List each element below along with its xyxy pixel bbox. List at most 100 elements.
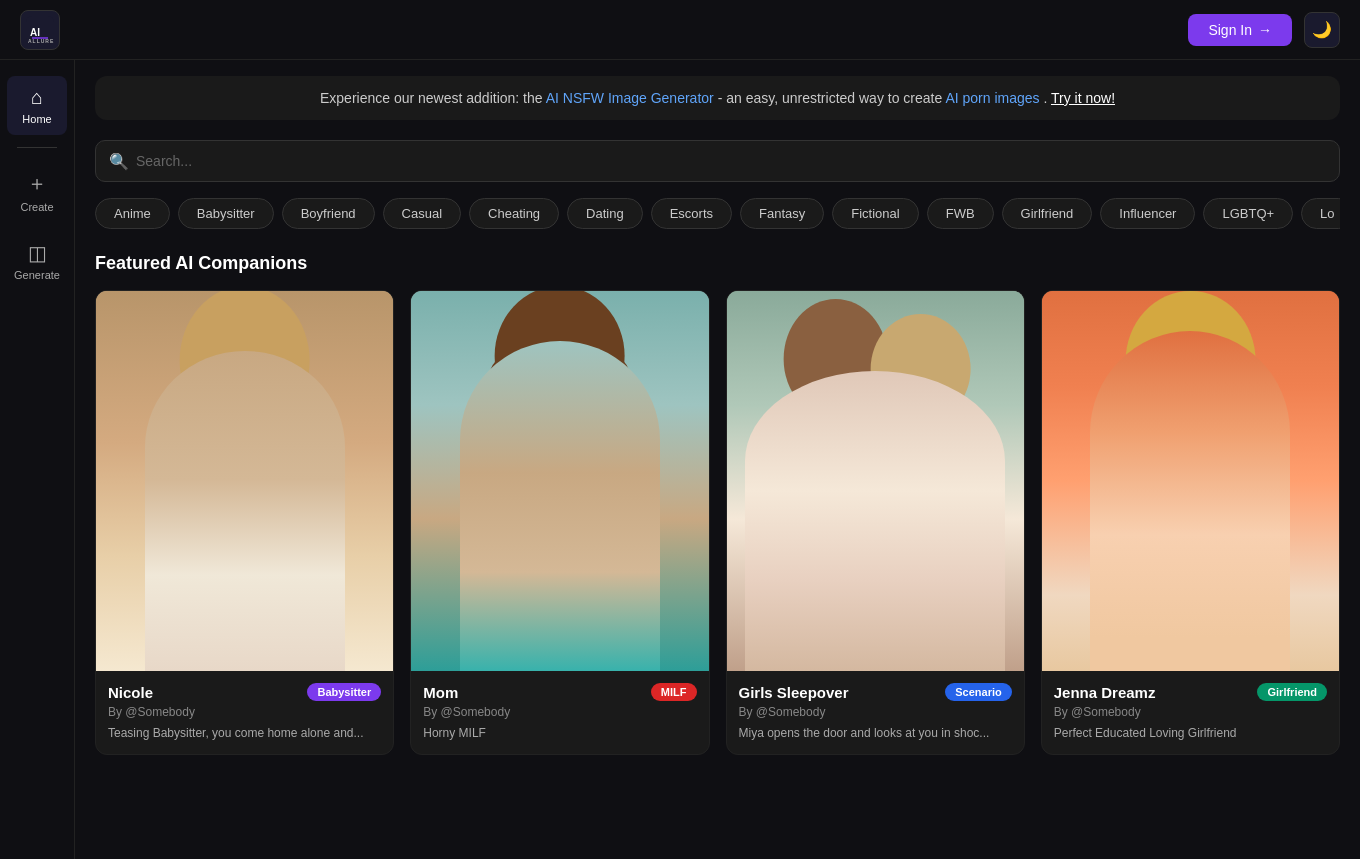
sidebar-item-label: Create	[20, 201, 53, 213]
sidebar-item-generate[interactable]: ◫ Generate	[7, 231, 67, 291]
card-name-jenna: Jenna Dreamz	[1054, 684, 1156, 701]
svg-rect-8	[270, 361, 310, 481]
svg-rect-9	[205, 481, 285, 661]
card-top-row-nicole: Nicole Babysitter	[108, 683, 381, 701]
tag-girlfriend[interactable]: Girlfriend	[1002, 198, 1093, 229]
card-top-row-jenna: Jenna Dreamz Girlfriend	[1054, 683, 1327, 701]
card-jenna[interactable]: Jenna Dreamz Girlfriend By @Somebody Per…	[1041, 290, 1340, 755]
tag-lgbtq[interactable]: LGBTQ+	[1203, 198, 1293, 229]
featured-section-title: Featured AI Companions	[95, 253, 1340, 274]
card-author-nicole: By @Somebody	[108, 705, 381, 719]
tag-fantasy[interactable]: Fantasy	[740, 198, 824, 229]
tag-influencer[interactable]: Influencer	[1100, 198, 1195, 229]
sign-in-label: Sign In	[1208, 22, 1252, 38]
sidebar-item-label: Generate	[14, 269, 60, 281]
svg-rect-27	[1140, 486, 1240, 671]
svg-point-6	[180, 291, 310, 436]
svg-rect-20	[790, 421, 880, 671]
banner-link-images[interactable]: AI porn images	[945, 90, 1039, 106]
svg-rect-16	[510, 486, 610, 671]
tag-fwb[interactable]: FWB	[927, 198, 994, 229]
svg-text:AI: AI	[30, 27, 40, 38]
card-author-jenna: By @Somebody	[1054, 705, 1327, 719]
tag-babysitter[interactable]: Babysitter	[178, 198, 274, 229]
card-name-mom: Mom	[423, 684, 458, 701]
cards-grid: Nicole Babysitter By @Somebody Teasing B…	[95, 290, 1340, 755]
search-container: 🔍	[95, 140, 1340, 182]
tag-boyfriend[interactable]: Boyfriend	[282, 198, 375, 229]
svg-rect-12	[500, 431, 620, 671]
card-desc-nicole: Teasing Babysitter, you come home alone …	[108, 725, 381, 742]
tag-fictional[interactable]: Fictional	[832, 198, 918, 229]
card-girls[interactable]: Girls Sleepover Scenario By @Somebody Mi…	[726, 290, 1025, 755]
svg-rect-24	[1042, 291, 1339, 671]
card-desc-mom: Horny MILF	[423, 725, 696, 742]
svg-rect-21	[880, 426, 970, 671]
card-badge-mom: MILF	[651, 683, 697, 701]
card-body-jenna: Jenna Dreamz Girlfriend By @Somebody Per…	[1042, 671, 1339, 754]
card-badge-jenna: Girlfriend	[1257, 683, 1327, 701]
theme-toggle-button[interactable]: 🌙	[1304, 12, 1340, 48]
logo[interactable]: AI ALLURE	[20, 10, 60, 50]
tag-dating[interactable]: Dating	[567, 198, 643, 229]
tag-escorts[interactable]: Escorts	[651, 198, 732, 229]
header-right: Sign In → 🌙	[1188, 12, 1340, 48]
svg-rect-14	[490, 356, 528, 486]
tag-anime[interactable]: Anime	[95, 198, 170, 229]
banner-suffix: .	[1043, 90, 1051, 106]
search-icon: 🔍	[109, 152, 129, 171]
logo-icon: AI ALLURE	[20, 10, 60, 50]
svg-text:ALLURE: ALLURE	[28, 38, 54, 44]
card-name-nicole: Nicole	[108, 684, 153, 701]
announcement-banner: Experience our newest addition: the AI N…	[95, 76, 1340, 120]
sign-in-arrow-icon: →	[1258, 22, 1272, 38]
tag-lo[interactable]: Lo	[1301, 198, 1340, 229]
card-mom[interactable]: Mom MILF By @Somebody Horny MILF	[410, 290, 709, 755]
card-desc-jenna: Perfect Educated Loving Girlfriend	[1054, 725, 1327, 742]
card-top-row-mom: Mom MILF	[423, 683, 696, 701]
svg-rect-15	[592, 356, 630, 486]
banner-cta[interactable]: Try it now!	[1051, 90, 1115, 106]
card-author-girls: By @Somebody	[739, 705, 1012, 719]
sidebar-item-create[interactable]: ＋ Create	[7, 160, 67, 223]
card-body-nicole: Nicole Babysitter By @Somebody Teasing B…	[96, 671, 393, 754]
tag-cheating[interactable]: Cheating	[469, 198, 559, 229]
search-input[interactable]	[95, 140, 1340, 182]
svg-rect-10	[411, 291, 708, 671]
home-icon: ⌂	[31, 86, 43, 109]
card-name-girls: Girls Sleepover	[739, 684, 849, 701]
svg-rect-5	[190, 431, 300, 671]
card-image-jenna	[1042, 291, 1339, 671]
card-body-girls: Girls Sleepover Scenario By @Somebody Mi…	[727, 671, 1024, 754]
card-top-row-girls: Girls Sleepover Scenario	[739, 683, 1012, 701]
moon-icon: 🌙	[1312, 20, 1332, 39]
card-badge-girls: Scenario	[945, 683, 1011, 701]
svg-point-23	[870, 314, 970, 424]
svg-point-13	[495, 291, 625, 426]
card-image-girls	[727, 291, 1024, 671]
card-body-mom: Mom MILF By @Somebody Horny MILF	[411, 671, 708, 754]
card-image-nicole	[96, 291, 393, 671]
svg-rect-30	[1222, 359, 1258, 484]
svg-rect-7	[180, 361, 220, 481]
card-desc-girls: Miya opens the door and looks at you in …	[739, 725, 1012, 742]
header: AI ALLURE Sign In → 🌙	[0, 0, 1360, 60]
sidebar: ⌂ Home ＋ Create ◫ Generate	[0, 60, 75, 859]
sidebar-item-home[interactable]: ⌂ Home	[7, 76, 67, 135]
card-nicole[interactable]: Nicole Babysitter By @Somebody Teasing B…	[95, 290, 394, 755]
main-content: Experience our newest addition: the AI N…	[75, 60, 1360, 771]
generate-icon: ◫	[28, 241, 47, 265]
card-badge-nicole: Babysitter	[307, 683, 381, 701]
svg-point-28	[1125, 291, 1255, 431]
banner-link-generator[interactable]: AI NSFW Image Generator	[546, 90, 714, 106]
sidebar-item-label: Home	[22, 113, 51, 125]
card-author-mom: By @Somebody	[423, 705, 696, 719]
svg-rect-29	[1122, 359, 1158, 484]
sidebar-divider	[17, 147, 57, 148]
banner-middle: - an easy, unrestricted way to create	[718, 90, 946, 106]
tag-casual[interactable]: Casual	[383, 198, 461, 229]
tags-container: Anime Babysitter Boyfriend Casual Cheati…	[95, 198, 1340, 229]
card-image-mom	[411, 291, 708, 671]
svg-rect-26	[1132, 431, 1248, 671]
sign-in-button[interactable]: Sign In →	[1188, 14, 1292, 46]
